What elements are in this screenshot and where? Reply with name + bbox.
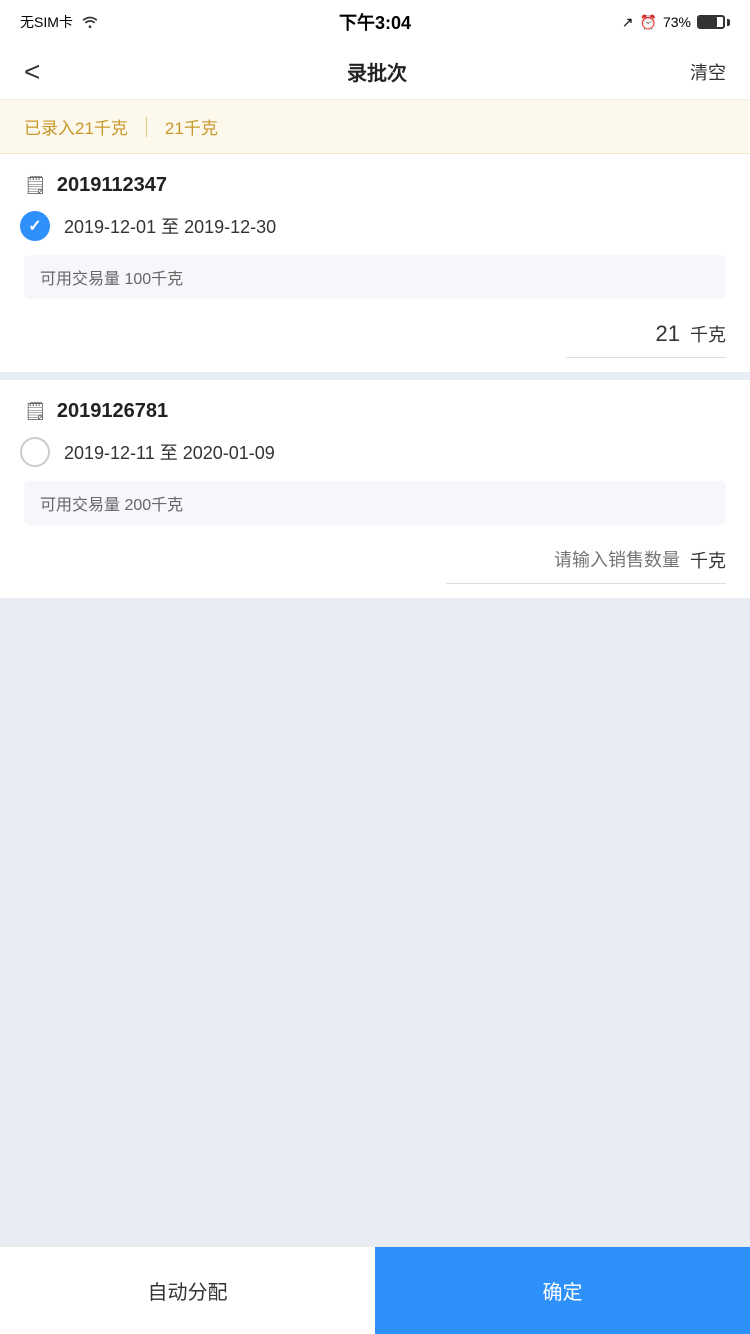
bottom-bar: 自动分配 确定 (0, 1246, 750, 1334)
battery-icon (697, 15, 730, 29)
batch-header-2: 🗒 2019126781 (0, 380, 750, 429)
main-content: 🗒 2019112347 ✓ 2019-12-01 至 2019-12-30 可… (0, 154, 750, 1251)
alarm-icon: ⏰ (640, 14, 657, 31)
batch-date-1: 2019-12-01 至 2019-12-30 (64, 213, 276, 239)
back-button[interactable]: < (24, 56, 64, 88)
batch-avail-2: 可用交易量 200千克 (24, 481, 726, 525)
batch-row-1: ✓ 2019-12-01 至 2019-12-30 (0, 203, 750, 251)
status-right: ↗ ⏰ 73% (622, 14, 730, 31)
battery-label: 73% (663, 14, 691, 30)
batch-card-2: 🗒 2019126781 2019-12-11 至 2020-01-09 可用交… (0, 380, 750, 598)
bg-spacer (0, 598, 750, 1251)
batch-icon-1: 🗒 (24, 175, 47, 196)
batch-date-2: 2019-12-11 至 2020-01-09 (64, 439, 275, 465)
amount-underline-1 (566, 357, 726, 358)
batch-amount-row-1: 21 千克 (0, 309, 750, 357)
qty-unit-2: 千克 (690, 547, 726, 573)
confirm-button[interactable]: 确定 (375, 1247, 750, 1334)
batch-id-1: 2019112347 (57, 174, 167, 197)
batch-input-row-2: 千克 (0, 535, 750, 583)
radio-button-1[interactable]: ✓ (20, 211, 50, 241)
carrier-label: 无SIM卡 (20, 12, 73, 32)
batch-amount-unit-1: 千克 (690, 321, 726, 347)
batch-avail-1: 可用交易量 100千克 (24, 255, 726, 299)
clear-button[interactable]: 清空 (690, 59, 726, 85)
radio-button-2[interactable] (20, 437, 50, 467)
auto-distribute-button[interactable]: 自动分配 (0, 1247, 375, 1334)
batch-icon-2: 🗒 (24, 401, 47, 422)
status-time: 下午3:04 (339, 9, 411, 35)
banner-divider (146, 117, 147, 137)
batch-card-1: 🗒 2019112347 ✓ 2019-12-01 至 2019-12-30 可… (0, 154, 750, 372)
page-title: 录批次 (347, 57, 407, 86)
location-icon: ↗ (622, 14, 634, 31)
checkmark-1: ✓ (28, 216, 41, 236)
batch-amount-number-1: 21 (656, 321, 680, 347)
section-divider (0, 372, 750, 380)
qty-input-2[interactable] (460, 550, 680, 571)
batch-header-1: 🗒 2019112347 (0, 154, 750, 203)
recorded-label: 已录入21千克 (24, 114, 128, 139)
info-banner: 已录入21千克 21千克 (0, 100, 750, 154)
batch-id-2: 2019126781 (57, 400, 168, 423)
nav-bar: < 录批次 清空 (0, 44, 750, 100)
recorded-value: 21千克 (165, 114, 218, 139)
wifi-icon (81, 14, 99, 31)
input-underline-2 (446, 583, 726, 584)
status-left: 无SIM卡 (20, 12, 99, 32)
status-bar: 无SIM卡 下午3:04 ↗ ⏰ 73% (0, 0, 750, 44)
batch-row-2: 2019-12-11 至 2020-01-09 (0, 429, 750, 477)
